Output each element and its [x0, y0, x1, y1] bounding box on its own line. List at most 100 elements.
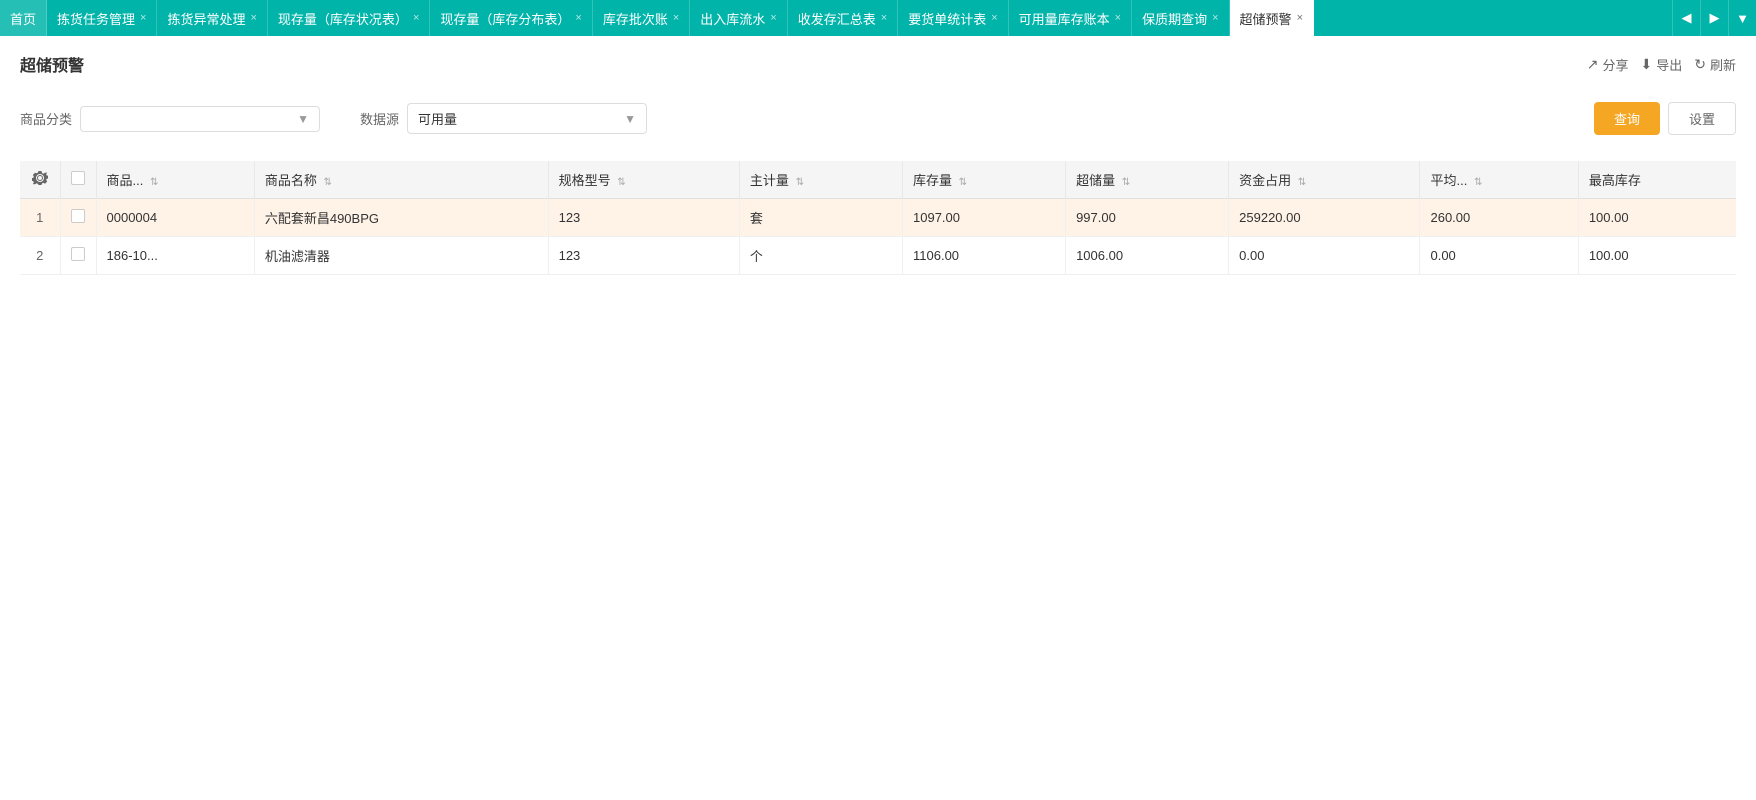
th-stock-label: 库存量 — [913, 173, 952, 188]
row2-capital: 0.00 — [1229, 237, 1420, 275]
datasource-value: 可用量 — [418, 109, 624, 128]
refresh-label: 刷新 — [1710, 55, 1736, 74]
th-spec-label: 规格型号 — [559, 173, 611, 188]
export-icon: ⬇ — [1641, 56, 1653, 73]
nav-item-stock-status[interactable]: 现存量（库存状况表） × — [268, 0, 430, 36]
top-navigation: 首页 拣货任务管理 × 拣货异常处理 × 现存量（库存状况表） × 现存量（库存… — [0, 0, 1756, 36]
nav-item-home[interactable]: 首页 — [0, 0, 47, 36]
nav-label-flow: 出入库流水 — [700, 9, 765, 28]
row2-checkbox[interactable] — [71, 247, 85, 261]
row2-max-stock: 100.00 — [1578, 237, 1736, 275]
row1-overstock: 997.00 — [1066, 199, 1229, 237]
nav-close-pick-task[interactable]: × — [140, 12, 146, 24]
row1-checkbox[interactable] — [71, 209, 85, 223]
nav-item-batch[interactable]: 库存批次账 × — [593, 0, 690, 36]
th-overstock-label: 超储量 — [1076, 173, 1115, 188]
nav-item-flow[interactable]: 出入库流水 × — [690, 0, 787, 36]
nav-label-overstock: 超储预警 — [1240, 9, 1292, 28]
sort-spec-icon[interactable]: ⇅ — [617, 177, 625, 188]
nav-next-arrow[interactable]: ▶ — [1700, 0, 1728, 36]
nav-label-expiry: 保质期查询 — [1142, 9, 1207, 28]
nav-close-flow[interactable]: × — [770, 12, 776, 24]
nav-item-avail-stock[interactable]: 可用量库存账本 × — [1009, 0, 1132, 36]
share-button[interactable]: ↗ 分享 — [1587, 55, 1629, 74]
sort-unit-icon[interactable]: ⇅ — [796, 177, 804, 188]
datasource-chevron-icon: ▼ — [624, 112, 636, 126]
header-actions: ↗ 分享 ⬇ 导出 ↻ 刷新 — [1587, 55, 1736, 74]
nav-item-stock-dist[interactable]: 现存量（库存分布表） × — [430, 0, 592, 36]
nav-more-arrow[interactable]: ▼ — [1728, 0, 1756, 36]
nav-prev-arrow[interactable]: ◀ — [1672, 0, 1700, 36]
th-unit: 主计量 ⇅ — [739, 161, 902, 199]
page-title: 超储预警 — [20, 52, 84, 76]
refresh-icon: ↻ — [1694, 56, 1706, 73]
nav-close-summary[interactable]: × — [881, 12, 887, 24]
select-all-checkbox[interactable] — [71, 171, 85, 185]
nav-item-overstock[interactable]: 超储预警 × — [1230, 0, 1314, 36]
nav-label-pick-task: 拣货任务管理 — [57, 9, 135, 28]
nav-item-expiry[interactable]: 保质期查询 × — [1132, 0, 1229, 36]
table-row: 2 186-10... 机油滤清器 123 个 1106.00 1006.00 … — [20, 237, 1736, 275]
nav-close-avail-stock[interactable]: × — [1115, 12, 1121, 24]
nav-label-stock-status: 现存量（库存状况表） — [278, 9, 408, 28]
th-product-code-label: 商品... — [107, 173, 144, 188]
sort-stock-icon[interactable]: ⇅ — [959, 177, 967, 188]
table-header-row: 商品... ⇅ 商品名称 ⇅ 规格型号 ⇅ 主计量 ⇅ 库存量 ⇅ — [20, 161, 1736, 199]
row1-capital: 259220.00 — [1229, 199, 1420, 237]
category-filter: 商品分类 ▼ — [20, 106, 320, 132]
th-product-name: 商品名称 ⇅ — [254, 161, 548, 199]
th-spec: 规格型号 ⇅ — [548, 161, 739, 199]
nav-label-home: 首页 — [10, 9, 36, 28]
row2-checkbox-cell — [60, 237, 96, 275]
query-button[interactable]: 查询 — [1594, 102, 1660, 135]
nav-close-stock-status[interactable]: × — [413, 12, 419, 24]
table-header: 商品... ⇅ 商品名称 ⇅ 规格型号 ⇅ 主计量 ⇅ 库存量 ⇅ — [20, 161, 1736, 199]
export-button[interactable]: ⬇ 导出 — [1641, 55, 1683, 74]
th-capital: 资金占用 ⇅ — [1229, 161, 1420, 199]
datasource-select[interactable]: 可用量 ▼ — [407, 103, 647, 134]
row2-stock: 1106.00 — [903, 237, 1066, 275]
row1-checkbox-cell — [60, 199, 96, 237]
th-stock: 库存量 ⇅ — [903, 161, 1066, 199]
category-select[interactable]: ▼ — [80, 106, 320, 132]
settings-icon — [32, 170, 48, 186]
th-product-name-label: 商品名称 — [265, 173, 317, 188]
gear-col-header — [20, 161, 60, 199]
th-overstock: 超储量 ⇅ — [1066, 161, 1229, 199]
nav-item-summary[interactable]: 收发存汇总表 × — [788, 0, 898, 36]
sort-product-code-icon[interactable]: ⇅ — [150, 177, 158, 188]
th-avg-label: 平均... — [1430, 173, 1467, 188]
th-product-code: 商品... ⇅ — [96, 161, 254, 199]
settings-button[interactable]: 设置 — [1668, 102, 1736, 135]
th-unit-label: 主计量 — [750, 173, 789, 188]
nav-item-pick-exception[interactable]: 拣货异常处理 × — [157, 0, 267, 36]
sort-overstock-icon[interactable]: ⇅ — [1122, 177, 1130, 188]
nav-label-order-stats: 要货单统计表 — [908, 9, 986, 28]
row2-spec: 123 — [548, 237, 739, 275]
nav-item-order-stats[interactable]: 要货单统计表 × — [898, 0, 1008, 36]
th-avg: 平均... ⇅ — [1420, 161, 1578, 199]
data-table: 商品... ⇅ 商品名称 ⇅ 规格型号 ⇅ 主计量 ⇅ 库存量 ⇅ — [20, 161, 1736, 275]
sort-avg-icon[interactable]: ⇅ — [1474, 177, 1482, 188]
sort-capital-icon[interactable]: ⇅ — [1298, 177, 1306, 188]
nav-close-order-stats[interactable]: × — [991, 12, 997, 24]
nav-close-overstock[interactable]: × — [1297, 12, 1303, 24]
category-label: 商品分类 — [20, 109, 72, 128]
nav-item-pick-task[interactable]: 拣货任务管理 × — [47, 0, 157, 36]
share-label: 分享 — [1602, 55, 1628, 74]
nav-close-batch[interactable]: × — [673, 12, 679, 24]
nav-arrows: ◀ ▶ ▼ — [1672, 0, 1756, 36]
refresh-button[interactable]: ↻ 刷新 — [1694, 55, 1736, 74]
nav-close-stock-dist[interactable]: × — [575, 12, 581, 24]
row2-avg: 0.00 — [1420, 237, 1578, 275]
row1-stock: 1097.00 — [903, 199, 1066, 237]
datasource-filter: 数据源 可用量 ▼ — [360, 103, 647, 134]
export-label: 导出 — [1656, 55, 1682, 74]
nav-close-pick-exception[interactable]: × — [250, 12, 256, 24]
sort-product-name-icon[interactable]: ⇅ — [323, 177, 331, 188]
row2-index: 2 — [20, 237, 60, 275]
row2-product-code: 186-10... — [96, 237, 254, 275]
row2-unit: 个 — [739, 237, 902, 275]
nav-close-expiry[interactable]: × — [1212, 12, 1218, 24]
page-header: 超储预警 ↗ 分享 ⬇ 导出 ↻ 刷新 — [20, 52, 1736, 76]
